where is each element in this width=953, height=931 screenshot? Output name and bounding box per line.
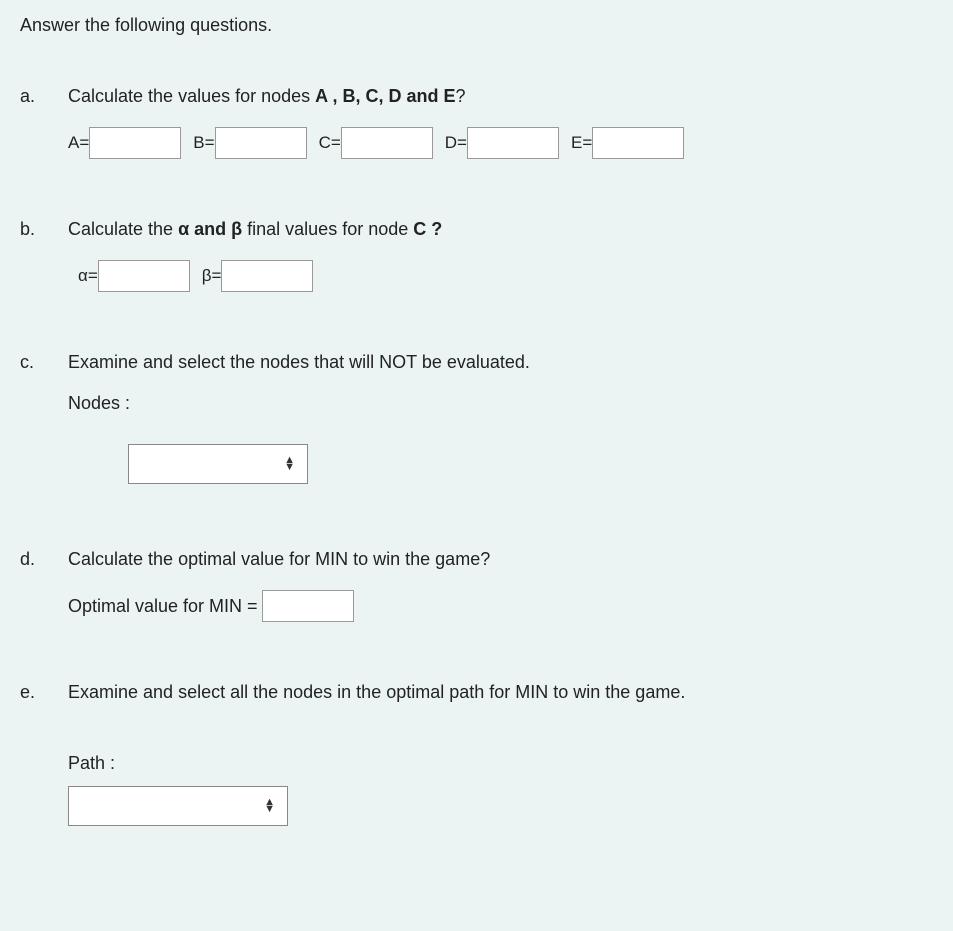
path-select[interactable]: ▲▼: [68, 786, 288, 826]
label-c: C=: [319, 133, 341, 153]
label-d: D=: [445, 133, 467, 153]
input-d[interactable]: [467, 127, 559, 159]
input-a[interactable]: [89, 127, 181, 159]
question-d: d. Calculate the optimal value for MIN t…: [20, 549, 933, 622]
nodes-label: Nodes :: [68, 393, 933, 414]
question-e-letter: e.: [20, 682, 50, 703]
question-c-letter: c.: [20, 352, 50, 373]
question-d-letter: d.: [20, 549, 50, 570]
question-a-letter: a.: [20, 86, 50, 107]
question-e-text: Examine and select all the nodes in the …: [68, 682, 933, 703]
label-b: B=: [193, 133, 214, 153]
question-b-text: Calculate the α and β final values for n…: [68, 219, 933, 240]
input-e[interactable]: [592, 127, 684, 159]
question-b: b. Calculate the α and β final values fo…: [20, 219, 933, 292]
label-alpha: α=: [78, 266, 98, 286]
path-label: Path :: [68, 753, 933, 774]
input-c[interactable]: [341, 127, 433, 159]
question-a: a. Calculate the values for nodes A , B,…: [20, 86, 933, 159]
input-beta[interactable]: [221, 260, 313, 292]
select-caret-icon: ▲▼: [284, 457, 295, 471]
question-d-text: Calculate the optimal value for MIN to w…: [68, 549, 933, 570]
label-a: A=: [68, 133, 89, 153]
question-e: e. Examine and select all the nodes in t…: [20, 682, 933, 831]
label-beta: β=: [202, 266, 222, 286]
input-optimal[interactable]: [262, 590, 354, 622]
question-c-text: Examine and select the nodes that will N…: [68, 352, 933, 373]
page-title: Answer the following questions.: [20, 15, 933, 36]
select-caret-icon: ▲▼: [264, 799, 275, 813]
question-c: c. Examine and select the nodes that wil…: [20, 352, 933, 489]
question-b-letter: b.: [20, 219, 50, 240]
question-a-text: Calculate the values for nodes A , B, C,…: [68, 86, 933, 107]
nodes-select[interactable]: ▲▼: [128, 444, 308, 484]
input-alpha[interactable]: [98, 260, 190, 292]
optimal-label: Optimal value for MIN =: [68, 596, 258, 617]
label-e: E=: [571, 133, 592, 153]
input-b[interactable]: [215, 127, 307, 159]
